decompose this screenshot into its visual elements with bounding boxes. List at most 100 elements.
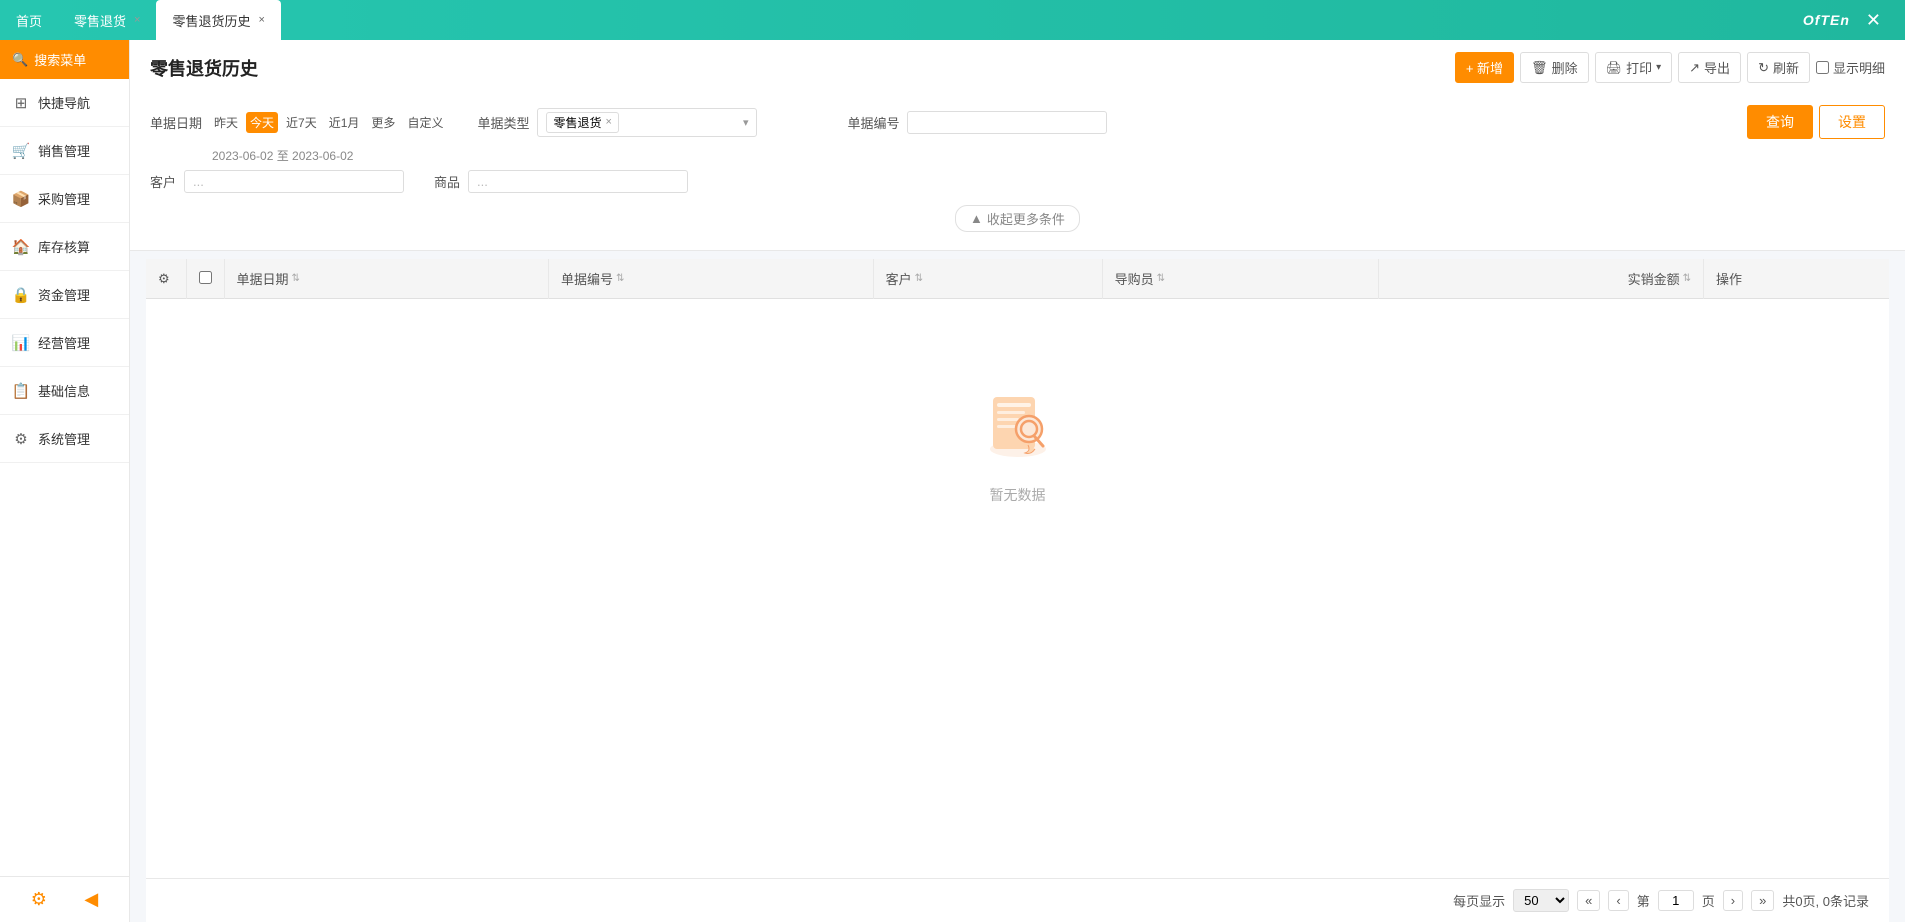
- export-button[interactable]: ↗ 导出: [1678, 52, 1741, 83]
- th-docno-label: 单据编号: [561, 269, 613, 288]
- inner-content: ⚙ 单据日期 ⇅: [130, 251, 1905, 922]
- refresh-button[interactable]: ↻ 刷新: [1747, 52, 1810, 83]
- show-detail-checkbox-wrapper[interactable]: 显示明细: [1816, 58, 1885, 77]
- add-button[interactable]: + 新增: [1455, 52, 1514, 83]
- tab-retail-return-history-close[interactable]: ×: [258, 14, 264, 26]
- doc-no-input[interactable]: [907, 111, 1107, 134]
- collapse-button[interactable]: ▲ 收起更多条件: [955, 205, 1080, 232]
- filter-doc-no: 单据编号: [847, 111, 1147, 134]
- tab-retail-return-label: 零售退货: [74, 11, 126, 30]
- settings-button[interactable]: 设置: [1819, 105, 1885, 139]
- sidebar-search-label: 搜索菜单: [34, 50, 86, 69]
- th-date-sortable[interactable]: 单据日期 ⇅: [237, 269, 537, 288]
- system-mgmt-icon: ⚙: [12, 430, 30, 448]
- table-container: ⚙ 单据日期 ⇅: [146, 259, 1889, 878]
- doc-type-tag: 零售退货 ×: [546, 112, 618, 133]
- show-detail-checkbox[interactable]: [1816, 61, 1829, 74]
- doc-type-dropdown-arrow: ▾: [743, 116, 749, 129]
- th-amount-sortable[interactable]: 实销金额 ⇅: [1391, 269, 1691, 288]
- next-page-button[interactable]: ›: [1723, 890, 1743, 911]
- tab-list: 首页 零售退货 × 零售退货历史 ×: [0, 0, 1803, 40]
- doc-type-remove-icon[interactable]: ×: [605, 116, 611, 128]
- date-btn-7days[interactable]: 近7天: [282, 112, 321, 133]
- th-docno[interactable]: 单据编号 ⇅: [549, 259, 874, 299]
- sidebar-item-sales-label: 销售管理: [38, 141, 90, 160]
- first-page-button[interactable]: «: [1577, 890, 1600, 911]
- sidebar-item-operations[interactable]: 📊 经营管理: [0, 319, 129, 367]
- sidebar-search[interactable]: 🔍 搜索菜单: [0, 40, 129, 79]
- date-btn-yesterday[interactable]: 昨天: [210, 112, 242, 133]
- sidebar-item-inventory-label: 库存核算: [38, 237, 90, 256]
- page-size-label: 每页显示: [1453, 891, 1505, 910]
- sidebar-item-system-mgmt[interactable]: ⚙ 系统管理: [0, 415, 129, 463]
- th-customer[interactable]: 客户 ⇅: [873, 259, 1102, 299]
- export-label: 导出: [1704, 58, 1730, 77]
- content-area: 零售退货历史 + 新增 🗑 删除 🖨 打印 ▾ ↗ 导出: [130, 40, 1905, 922]
- tab-home[interactable]: 首页: [0, 0, 58, 40]
- th-date[interactable]: 单据日期 ⇅: [224, 259, 549, 299]
- basic-info-icon: 📋: [12, 382, 30, 400]
- filter-row-1: 单据日期 昨天 今天 近7天 近1月 更多 自定义 单据类型: [150, 105, 1885, 139]
- doc-no-label: 单据编号: [847, 113, 899, 132]
- collapse-arrow-icon: ▲: [970, 211, 983, 226]
- select-all-checkbox[interactable]: [199, 271, 212, 284]
- sidebar-item-inventory[interactable]: 🏠 库存核算: [0, 223, 129, 271]
- refresh-icon: ↻: [1758, 60, 1769, 76]
- tab-retail-return-history[interactable]: 零售退货历史 ×: [156, 0, 280, 40]
- th-customer-sort-icon: ⇅: [915, 273, 923, 284]
- th-customer-sortable[interactable]: 客户 ⇅: [886, 269, 1090, 288]
- settings-gear-icon[interactable]: ⚙: [31, 889, 47, 910]
- filter-customer: 客户 ...: [150, 170, 404, 193]
- tab-retail-return[interactable]: 零售退货 ×: [58, 0, 156, 40]
- th-guide-sort-icon: ⇅: [1157, 273, 1165, 284]
- last-page-button[interactable]: »: [1751, 890, 1774, 911]
- tab-home-label: 首页: [16, 11, 42, 30]
- date-btn-more[interactable]: 更多: [367, 112, 399, 133]
- show-detail-label: 显示明细: [1833, 58, 1885, 77]
- sidebar-item-finance[interactable]: 🔒 资金管理: [0, 271, 129, 319]
- sidebar-item-purchase-mgmt[interactable]: 📦 采购管理: [0, 175, 129, 223]
- th-guide-sortable[interactable]: 导购员 ⇅: [1115, 269, 1367, 288]
- tab-retail-return-close[interactable]: ×: [134, 14, 140, 26]
- th-settings[interactable]: ⚙: [146, 259, 186, 299]
- print-button[interactable]: 🖨 打印 ▾: [1595, 52, 1673, 83]
- date-filter-label: 单据日期: [150, 113, 202, 132]
- th-amount[interactable]: 实销金额 ⇅: [1379, 259, 1704, 299]
- date-btn-custom[interactable]: 自定义: [403, 112, 447, 133]
- th-docno-sortable[interactable]: 单据编号 ⇅: [561, 269, 861, 288]
- collapse-label: 收起更多条件: [987, 209, 1065, 228]
- print-icon: 🖨: [1606, 60, 1623, 76]
- th-guide[interactable]: 导购员 ⇅: [1102, 259, 1379, 299]
- quick-nav-icon: ⊞: [12, 94, 30, 112]
- empty-state: 暂无数据: [146, 299, 1889, 585]
- export-icon: ↗: [1689, 60, 1700, 76]
- sidebar-collapse-icon[interactable]: ◀: [84, 889, 98, 910]
- date-btn-today[interactable]: 今天: [246, 112, 278, 133]
- page-size-select[interactable]: 20 50 100: [1513, 889, 1569, 912]
- th-guide-label: 导购员: [1115, 269, 1154, 288]
- sidebar-item-quick-nav[interactable]: ⊞ 快捷导航: [0, 79, 129, 127]
- sidebar-item-basic-info[interactable]: 📋 基础信息: [0, 367, 129, 415]
- page-number-input[interactable]: [1658, 890, 1694, 911]
- sidebar-item-system-mgmt-label: 系统管理: [38, 429, 90, 448]
- th-docno-sort-icon: ⇅: [616, 273, 624, 284]
- sidebar: 🔍 搜索菜单 ⊞ 快捷导航 🛒 销售管理 📦 采购管理 🏠 库存核算 🔒 资金管…: [0, 40, 130, 922]
- top-bar: 首页 零售退货 × 零售退货历史 × OfTEn ✕: [0, 0, 1905, 40]
- date-btn-1month[interactable]: 近1月: [325, 112, 364, 133]
- goods-select[interactable]: ...: [468, 170, 688, 193]
- total-records-text: 共0页, 0条记录: [1782, 891, 1869, 910]
- delete-label: 删除: [1552, 58, 1578, 77]
- filter-goods: 商品 ...: [434, 170, 688, 193]
- query-button[interactable]: 查询: [1747, 105, 1813, 139]
- delete-button[interactable]: 🗑 删除: [1520, 52, 1589, 83]
- sidebar-item-sales-mgmt[interactable]: 🛒 销售管理: [0, 127, 129, 175]
- customer-select[interactable]: ...: [184, 170, 404, 193]
- doc-type-tag-value: 零售退货: [553, 114, 601, 131]
- window-close-icon[interactable]: ✕: [1858, 10, 1889, 31]
- toolbar: + 新增 🗑 删除 🖨 打印 ▾ ↗ 导出 ↻: [1455, 52, 1885, 83]
- customer-placeholder: ...: [193, 174, 204, 189]
- sidebar-bottom: ⚙ ◀: [0, 876, 129, 922]
- doc-type-select[interactable]: 零售退货 × ▾: [537, 108, 757, 137]
- prev-page-button[interactable]: ‹: [1608, 890, 1628, 911]
- sidebar-item-basic-info-label: 基础信息: [38, 381, 90, 400]
